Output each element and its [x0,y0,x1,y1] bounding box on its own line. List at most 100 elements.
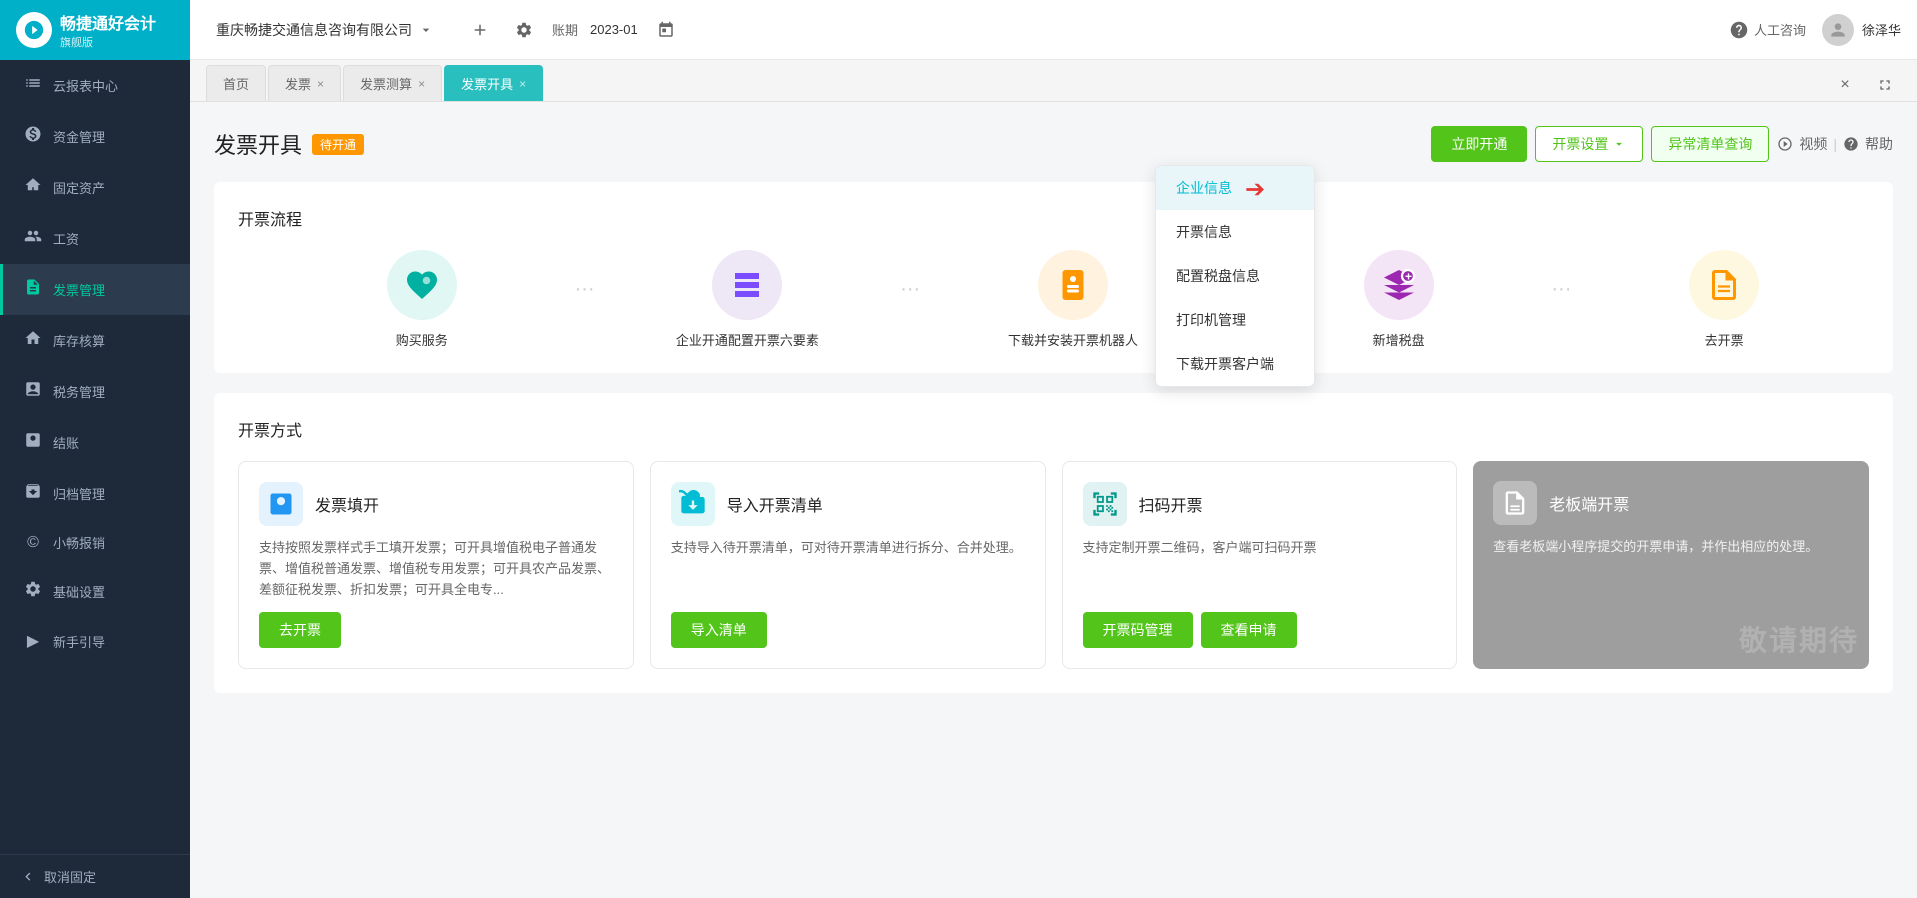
settings-btn[interactable]: 开票设置 [1535,126,1643,162]
dropdown-company-info[interactable]: 企业信息 [1156,166,1314,210]
tab-invoice-issue-close[interactable]: × [519,77,526,91]
inventory-icon [23,329,43,352]
sidebar-label-payroll: 工资 [53,229,79,248]
tab-close-btn[interactable]: × [1829,69,1861,101]
settings-icon [23,580,43,603]
sidebar-item-new-guide[interactable]: ▶ 新手引导 [0,617,190,665]
process-step-4: 去开票 [1579,250,1869,349]
method-icon-manual [259,482,303,526]
support-label: 人工咨询 [1754,20,1806,39]
video-help-btn[interactable]: 视频 | 帮助 [1777,134,1893,154]
process-label-2: 下载并安装开票机器人 [1008,330,1138,349]
method-btn-manual[interactable]: 去开票 [259,612,341,648]
method-btn-scan-apply[interactable]: 查看申请 [1201,612,1297,648]
page-title: 发票开具 [214,128,302,160]
archive-icon [23,482,43,505]
method-icon-import [671,482,715,526]
app-logo: 畅捷通好会计 旗舰版 [0,0,190,60]
invoice-icon [23,278,43,301]
tab-invoice-calc[interactable]: 发票测算 × [343,65,442,101]
app-subtitle: 旗舰版 [60,34,156,50]
page-actions: 立即开通 开票设置 异常清单查询 视频 | 帮助 [1431,126,1893,162]
company-selector[interactable]: 重庆畅捷交通信息咨询有限公司 [206,14,444,46]
small-report-icon: © [23,534,43,552]
sidebar-item-invoice-mgmt[interactable]: 发票管理 [0,264,190,315]
sidebar-collapse-btn[interactable]: 取消固定 [0,854,190,898]
main-content: 发票开具 待开通 立即开通 开票设置 异常清单查询 视频 | 帮助 开票流程 [190,102,1917,898]
tab-invoice-issue[interactable]: 发票开具 × [444,65,543,101]
sep-0: ··· [567,278,603,301]
sep-3: ··· [1543,278,1579,301]
method-title-scan: 扫码开票 [1139,492,1203,516]
svg-text:+: + [1405,270,1412,284]
support-btn[interactable]: 人工咨询 [1730,20,1806,39]
boss-watermark: 敬请期待 [1739,619,1859,659]
method-title-import: 导入开票清单 [727,492,823,516]
sidebar-label-basic-settings: 基础设置 [53,582,105,601]
sidebar-label-inventory: 库存核算 [53,331,105,350]
scan-btns: 开票码管理 查看申请 [1083,612,1437,648]
sidebar-item-fund-mgmt[interactable]: 资金管理 [0,111,190,162]
sidebar-item-small-report[interactable]: © 小畅报销 [0,519,190,566]
sidebar-item-tax-mgmt[interactable]: 税务管理 [0,366,190,417]
sidebar-item-settlement[interactable]: 结账 [0,417,190,468]
boss-desc: 查看老板端小程序提交的开票申请，并作出相应的处理。 [1493,537,1849,558]
sidebar-item-fixed-assets[interactable]: 固定资产 [0,162,190,213]
sidebar-label-new-guide: 新手引导 [53,632,105,651]
user-info[interactable]: 徐泽华 [1822,14,1901,46]
sidebar-label-fund-mgmt: 资金管理 [53,127,105,146]
method-desc-import: 支持导入待开票清单，可对待开票清单进行拆分、合并处理。 [671,538,1025,559]
sidebar-item-archive-mgmt[interactable]: 归档管理 [0,468,190,519]
page-title-area: 发票开具 待开通 [214,128,364,160]
method-btn-import[interactable]: 导入清单 [671,612,767,648]
dropdown-invoice-info[interactable]: 开票信息 [1156,210,1314,254]
sidebar-label-archive-mgmt: 归档管理 [53,484,105,503]
period-value: 2023-01 [590,22,638,37]
method-header-boss: 老板端开票 [1493,481,1849,525]
fund-icon [23,125,43,148]
settings-dropdown: 企业信息 开票信息 配置税盘信息 打印机管理 下载开票客户端 [1155,165,1315,387]
red-arrow: ➔ [1245,175,1265,204]
sidebar-label-fixed-assets: 固定资产 [53,178,105,197]
header: 重庆畅捷交通信息咨询有限公司 账期 2023-01 人工咨询 徐泽华 [190,0,1917,60]
cloud-report-icon [23,74,43,97]
video-label: 视频 [1799,134,1827,154]
process-title: 开票流程 [238,206,1869,230]
dropdown-printer-mgmt[interactable]: 打印机管理 [1156,298,1314,342]
add-btn[interactable] [464,14,496,46]
app-title: 畅捷通好会计 [60,10,156,34]
methods-grid: 发票填开 支持按照发票样式手工填开发票；可开具增值税电子普通发票、增值税普通发票… [238,461,1869,669]
tab-home[interactable]: 首页 [206,65,266,101]
sidebar-label-invoice-mgmt: 发票管理 [53,280,105,299]
sidebar-nav: 云报表中心 资金管理 固定资产 工资 发票管理 [0,60,190,854]
exception-btn[interactable]: 异常清单查询 [1651,126,1769,162]
guide-icon: ▶ [23,631,43,651]
sidebar-item-inventory[interactable]: 库存核算 [0,315,190,366]
method-card-manual: 发票填开 支持按照发票样式手工填开发票；可开具增值税电子普通发票、增值税普通发票… [238,461,634,669]
status-badge: 待开通 [312,134,364,155]
dropdown-tax-disk-config[interactable]: 配置税盘信息 [1156,254,1314,298]
method-card-import: 导入开票清单 支持导入待开票清单，可对待开票清单进行拆分、合并处理。 导入清单 [650,461,1046,669]
tab-home-label: 首页 [223,74,249,93]
tab-invoice-calc-close[interactable]: × [418,77,425,91]
tab-invoice-label: 发票 [285,74,311,93]
activate-btn[interactable]: 立即开通 [1431,126,1527,162]
dropdown-download-client[interactable]: 下载开票客户端 [1156,342,1314,386]
sidebar-item-basic-settings[interactable]: 基础设置 [0,566,190,617]
sidebar-item-payroll[interactable]: 工资 [0,213,190,264]
sidebar: 畅捷通好会计 旗舰版 云报表中心 资金管理 固定资产 工资 [0,0,190,898]
process-step-1: 企业开通配置开票六要素 [603,250,893,349]
settings-header-btn[interactable] [508,14,540,46]
process-flow: 购买服务 ··· 企业开通配置开票六要素 ··· 下载并安装开票机器人 ··· … [238,250,1869,349]
calendar-icon[interactable] [650,14,682,46]
method-header-import: 导入开票清单 [671,482,1025,526]
tab-expand-btn[interactable] [1869,69,1901,101]
tab-invoice-close[interactable]: × [317,77,324,91]
sidebar-item-cloud-report[interactable]: 云报表中心 [0,60,190,111]
process-label-3: 新增税盘 [1373,330,1425,349]
sidebar-label-small-report: 小畅报销 [53,533,105,552]
tab-invoice[interactable]: 发票 × [268,65,341,101]
header-right: 人工咨询 徐泽华 [1730,14,1901,46]
methods-title: 开票方式 [238,417,1869,441]
method-btn-scan-code[interactable]: 开票码管理 [1083,612,1193,648]
